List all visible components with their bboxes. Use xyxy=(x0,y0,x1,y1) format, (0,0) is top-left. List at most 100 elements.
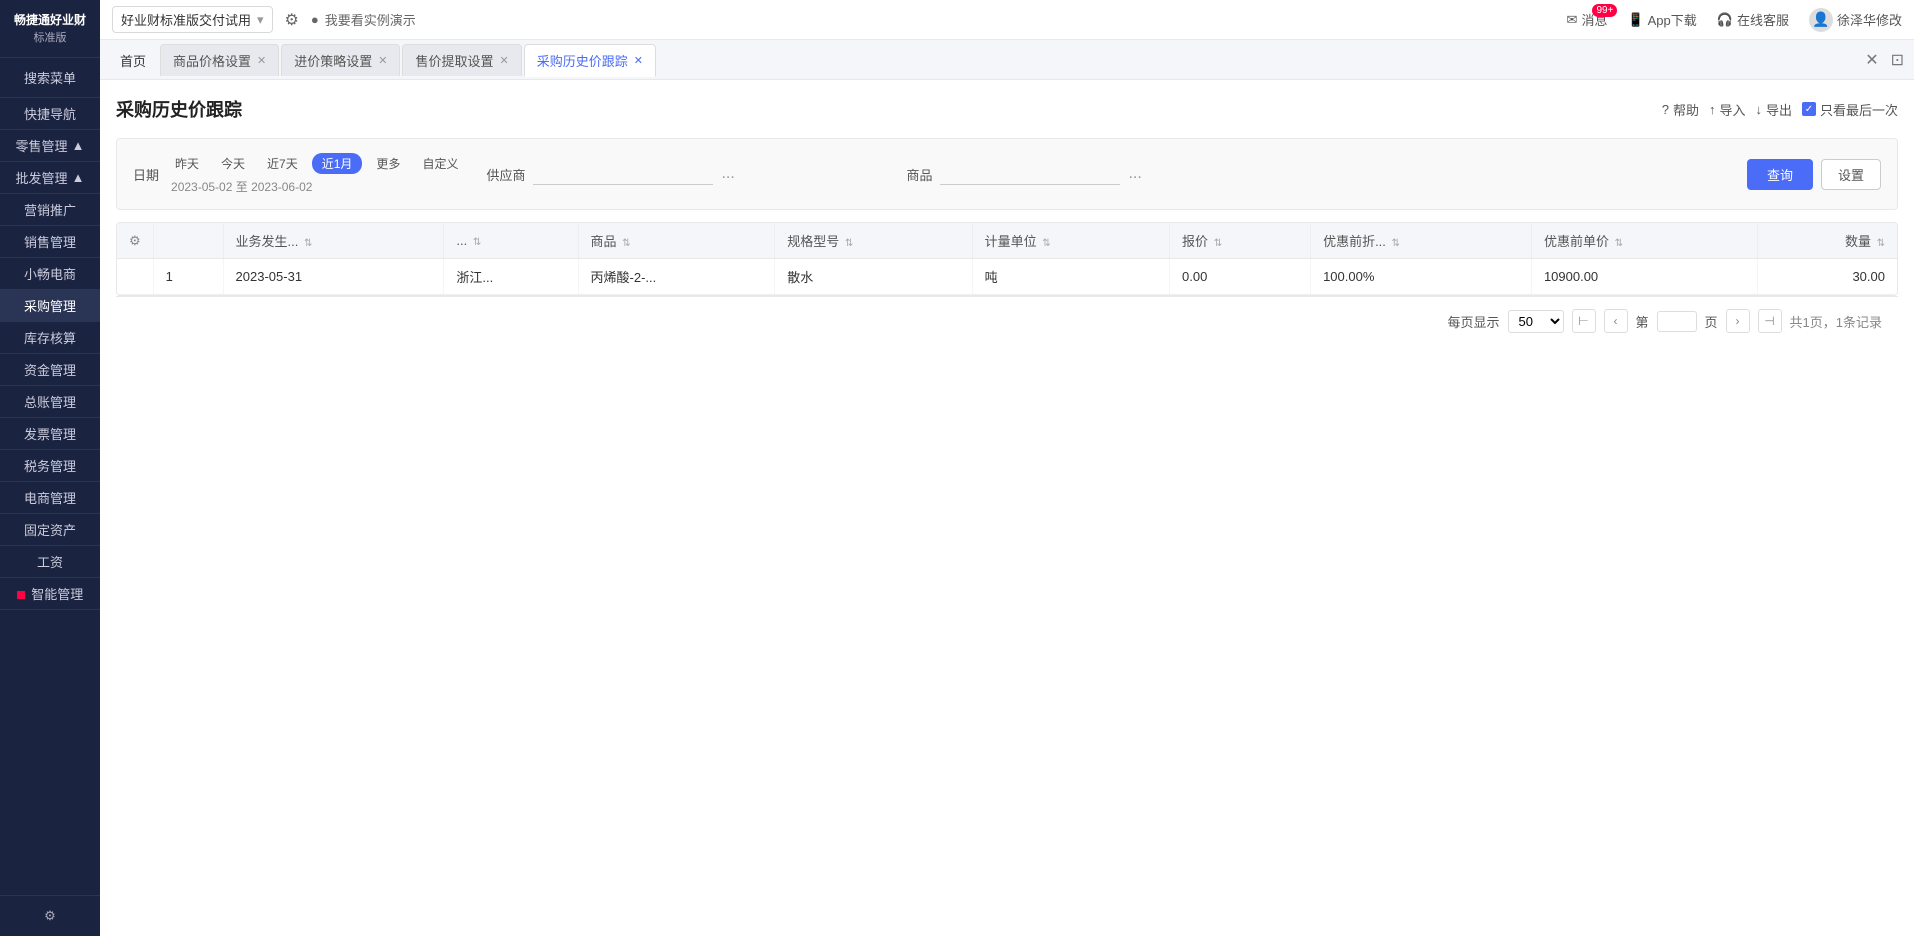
sidebar-item-purchase[interactable]: 采购管理 xyxy=(0,290,100,322)
supplier-filter-group: 供应商 ... xyxy=(486,163,886,185)
sidebar-item-ecommerce[interactable]: 电商管理 xyxy=(0,482,100,514)
close-purchase-strategy-tab-icon[interactable]: ✕ xyxy=(378,54,387,67)
page-label: 第 xyxy=(1636,312,1649,331)
sidebar-item-assets[interactable]: 固定资产 xyxy=(0,514,100,546)
sidebar-settings-button[interactable]: ⚙ xyxy=(0,895,100,936)
user-avatar: 👤 xyxy=(1809,8,1833,32)
tab-purchase-strategy[interactable]: 进价策略设置 ✕ xyxy=(281,44,400,76)
close-purchase-history-tab-icon[interactable]: ✕ xyxy=(634,54,643,67)
product-dots-icon[interactable]: ... xyxy=(1128,165,1141,183)
col-spec[interactable]: 规格型号 ⇅ xyxy=(775,223,972,259)
per-page-select[interactable]: 50 10 20 100 xyxy=(1508,310,1564,333)
sidebar-item-smart[interactable]: 智能管理 xyxy=(0,578,100,610)
supplier-dots-icon[interactable]: ... xyxy=(721,165,734,183)
sidebar-item-marketing[interactable]: 营销推广 xyxy=(0,194,100,226)
product-input[interactable] xyxy=(940,163,1120,185)
sort-quantity-icon: ⇅ xyxy=(1877,238,1885,249)
data-table: ⚙ 业务发生... ⇅ ... ⇅ 商品 ⇅ xyxy=(117,223,1897,295)
headset-icon: 🎧 xyxy=(1717,12,1733,28)
date-btn-today[interactable]: 今天 xyxy=(213,153,253,174)
date-btn-yesterday[interactable]: 昨天 xyxy=(167,153,207,174)
date-btn-last7[interactable]: 近7天 xyxy=(259,153,306,174)
col-product[interactable]: 商品 ⇅ xyxy=(578,223,775,259)
version-selector[interactable]: 好业财标准版交付试用 ▾ xyxy=(112,6,273,33)
date-filters: 昨天 今天 近7天 近1月 更多 自定义 2023-05-02 至 2023-0… xyxy=(167,153,466,195)
col-col3[interactable]: ... ⇅ xyxy=(444,223,578,259)
import-button[interactable]: ↑ 导入 xyxy=(1709,100,1746,119)
sidebar-item-quick-nav[interactable]: 快捷导航 xyxy=(0,98,100,130)
tab-close-icon[interactable]: ✕ xyxy=(1863,48,1880,72)
cell-product: 丙烯酸-2-... xyxy=(578,259,775,295)
wholesale-arrow-icon: ▲ xyxy=(72,170,85,185)
import-icon: ↑ xyxy=(1709,102,1716,117)
supplier-filter-label: 供应商 xyxy=(486,165,525,184)
checkbox-icon xyxy=(1802,102,1816,116)
col-unit[interactable]: 计量单位 ⇅ xyxy=(972,223,1169,259)
filter-settings-button[interactable]: 设置 xyxy=(1821,159,1881,190)
tab-sale-price[interactable]: 售价提取设置 ✕ xyxy=(402,44,521,76)
topbar-settings-icon[interactable]: ⚙ xyxy=(285,10,299,30)
sidebar-item-payroll[interactable]: 工资 xyxy=(0,546,100,578)
tab-purchase-history[interactable]: 采购历史价跟踪 ✕ xyxy=(524,44,656,77)
col-price[interactable]: 报价 ⇅ xyxy=(1170,223,1311,259)
sort-spec-icon: ⇅ xyxy=(845,238,853,249)
sidebar-item-retail[interactable]: 零售管理 ▲ xyxy=(0,130,100,162)
help-button[interactable]: ? 帮助 xyxy=(1662,100,1699,119)
query-button[interactable]: 查询 xyxy=(1747,159,1813,190)
col-pre-discount-price[interactable]: 优惠前单价 ⇅ xyxy=(1531,223,1757,259)
topbar-demo-button[interactable]: ● 我要看实例演示 xyxy=(311,10,416,29)
cell-row-settings xyxy=(117,259,153,295)
date-buttons: 昨天 今天 近7天 近1月 更多 自定义 xyxy=(167,153,466,174)
sidebar-item-inventory[interactable]: 库存核算 xyxy=(0,322,100,354)
tab-product-price[interactable]: 商品价格设置 ✕ xyxy=(160,44,279,76)
sidebar-search[interactable]: 搜索菜单 xyxy=(0,58,100,98)
supplier-input[interactable] xyxy=(533,163,713,185)
smart-dot-indicator xyxy=(17,591,25,599)
tabbar-end: ✕ ⊡ xyxy=(1863,48,1906,72)
next-page-button[interactable]: › xyxy=(1726,309,1750,333)
search-menu-label[interactable]: 搜索菜单 xyxy=(24,71,76,86)
date-filter-label: 日期 xyxy=(133,165,159,184)
sort-discount-icon: ⇅ xyxy=(1392,238,1400,249)
table-header-row: ⚙ 业务发生... ⇅ ... ⇅ 商品 ⇅ xyxy=(117,223,1897,259)
sidebar-item-wholesale[interactable]: 批发管理 ▲ xyxy=(0,162,100,194)
tab-home[interactable]: 首页 xyxy=(108,45,158,76)
sidebar-item-tax[interactable]: 税务管理 xyxy=(0,450,100,482)
close-product-price-tab-icon[interactable]: ✕ xyxy=(257,54,266,67)
close-sale-price-tab-icon[interactable]: ✕ xyxy=(500,54,509,67)
sidebar-item-finance[interactable]: 资金管理 xyxy=(0,354,100,386)
logo-sub: 标准版 xyxy=(8,29,92,45)
demo-text: 我要看实例演示 xyxy=(325,10,416,29)
col-quantity[interactable]: 数量 ⇅ xyxy=(1757,223,1897,259)
table-body: 1 2023-05-31 浙江... 丙烯酸-2-... 散水 吨 0.00 1… xyxy=(117,259,1897,295)
export-button[interactable]: ↓ 导出 xyxy=(1755,100,1792,119)
tabbar: 首页 商品价格设置 ✕ 进价策略设置 ✕ 售价提取设置 ✕ 采购历史价跟踪 ✕ … xyxy=(100,40,1914,80)
col-index xyxy=(153,223,223,259)
cell-price: 0.00 xyxy=(1170,259,1311,295)
cell-date: 2023-05-31 xyxy=(223,259,444,295)
online-service-button[interactable]: 🎧 在线客服 xyxy=(1717,10,1789,29)
prev-page-button[interactable]: ‹ xyxy=(1604,309,1628,333)
message-badge: 99+ xyxy=(1592,4,1617,17)
sidebar-item-invoice[interactable]: 发票管理 xyxy=(0,418,100,450)
table-settings-gear-icon[interactable]: ⚙ xyxy=(129,233,141,248)
cell-unit: 吨 xyxy=(972,259,1169,295)
current-page-input[interactable]: 1 xyxy=(1657,311,1697,332)
date-btn-more[interactable]: 更多 xyxy=(368,153,408,174)
first-page-button[interactable]: ⊢ xyxy=(1572,309,1596,333)
app-download-button[interactable]: 📱 App下载 xyxy=(1627,10,1696,29)
last-page-button[interactable]: ⊣ xyxy=(1758,309,1782,333)
message-button[interactable]: ✉ 消息 99+ xyxy=(1567,10,1608,29)
date-btn-custom[interactable]: 自定义 xyxy=(414,153,466,174)
col-settings[interactable]: ⚙ xyxy=(117,223,153,259)
col-discount[interactable]: 优惠前折... ⇅ xyxy=(1311,223,1532,259)
sidebar-item-sales[interactable]: 销售管理 xyxy=(0,226,100,258)
product-filter-group: 商品 ... xyxy=(906,163,1306,185)
date-btn-last1m[interactable]: 近1月 xyxy=(312,153,363,174)
only-last-checkbox[interactable]: 只看最后一次 xyxy=(1802,100,1898,119)
col-date[interactable]: 业务发生... ⇅ xyxy=(223,223,444,259)
sidebar-item-accounting[interactable]: 总账管理 xyxy=(0,386,100,418)
sidebar-item-ecommerce-small[interactable]: 小畅电商 xyxy=(0,258,100,290)
tab-expand-icon[interactable]: ⊡ xyxy=(1889,48,1906,72)
user-button[interactable]: 👤 徐泽华修改 xyxy=(1809,8,1902,32)
